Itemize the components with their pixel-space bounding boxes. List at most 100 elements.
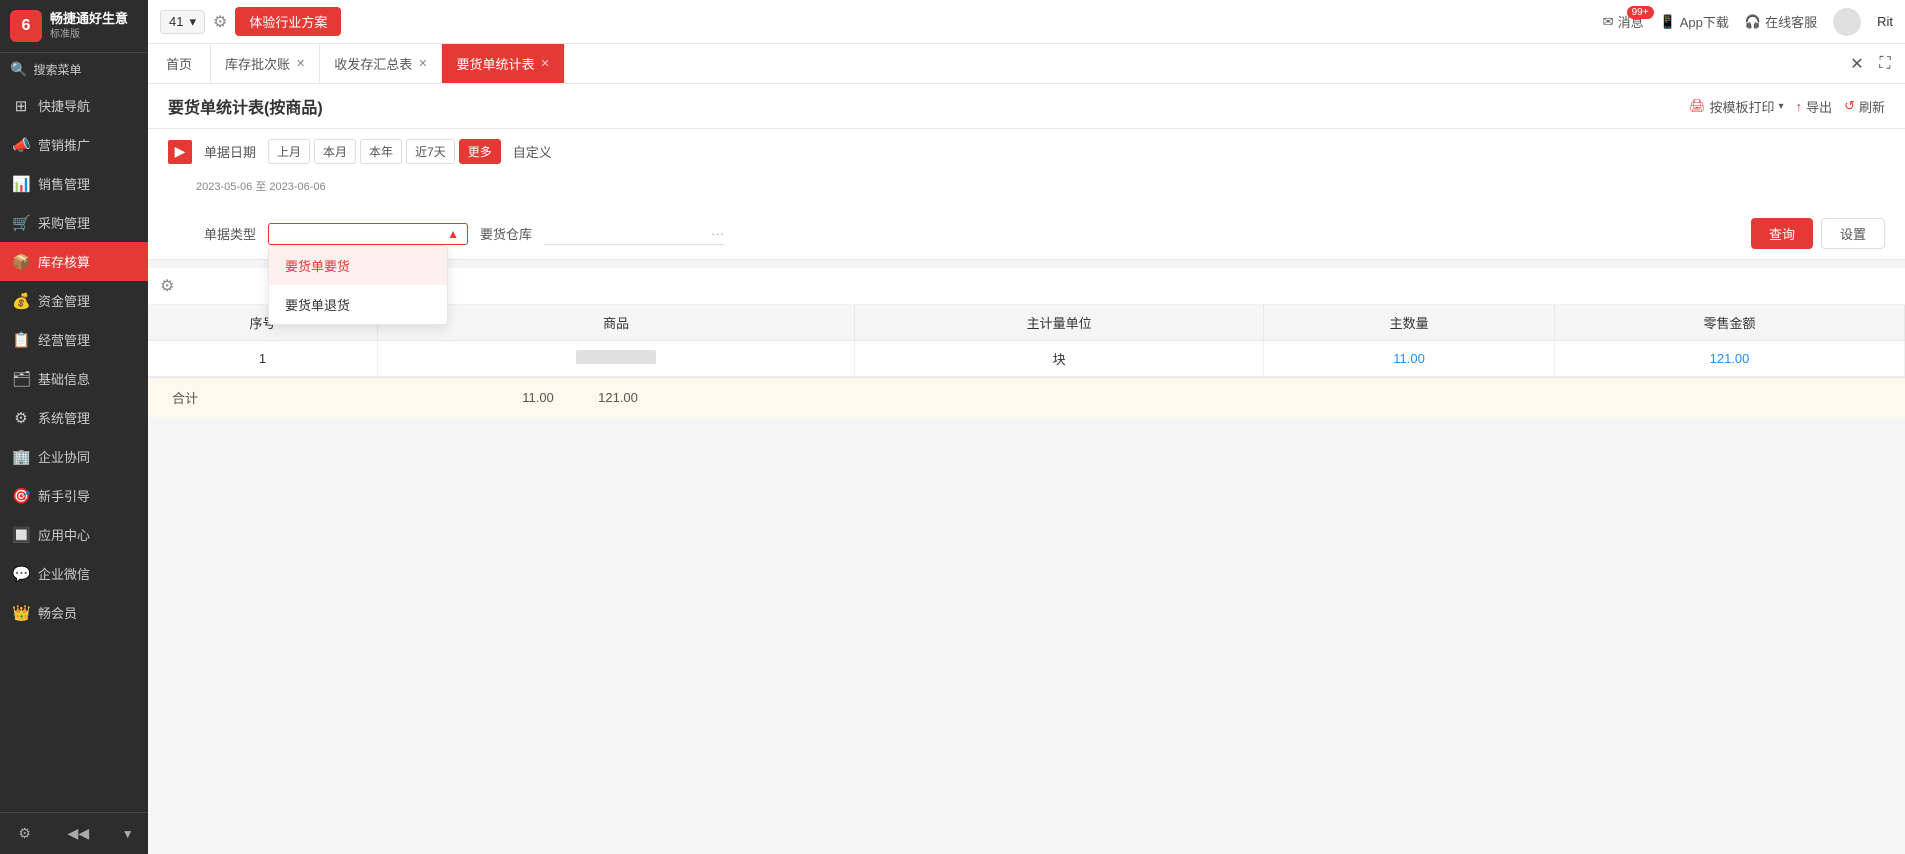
phone-icon: 📱 <box>1660 14 1676 30</box>
cell-product <box>378 341 855 377</box>
sidebar-collapse-btn[interactable]: ◀◀ <box>60 821 98 846</box>
type-select[interactable]: ▲ <box>268 223 468 245</box>
page-actions: 🖨 按模板打印 ▾ ↑ 导出 ↺ 刷新 <box>1689 97 1885 116</box>
sidebar: 6 畅捷通好生意 标准版 🔍 搜索菜单 ⊞ 快捷导航 📣 营销推广 📊 销售管理… <box>0 0 148 854</box>
type-dropdown: 要货单要货 要货单退货 <box>268 245 448 325</box>
type-filter-label: 单据类型 <box>204 224 256 243</box>
warehouse-select[interactable]: ··· <box>544 223 724 245</box>
sidebar-settings-btn[interactable]: ⚙ <box>10 821 39 846</box>
sidebar-scroll-down[interactable]: ▼ <box>118 823 138 845</box>
store-selector[interactable]: 41 ▾ <box>160 10 205 34</box>
date-range-display: 2023-05-06 至 2023-06-06 <box>196 178 1885 194</box>
crown-icon: 👑 <box>12 604 30 622</box>
date-filter-label: 单据日期 <box>204 142 256 161</box>
cell-amount: 121.00 <box>1555 341 1905 377</box>
tab-close-all-btn[interactable]: ✕ <box>1845 52 1869 76</box>
clipboard-icon: 📋 <box>12 331 30 349</box>
col-amount: 零售金额 <box>1555 305 1905 341</box>
wechat-icon: 💬 <box>12 565 30 583</box>
footer-quantity: 11.00 <box>498 390 578 405</box>
filter-date-btns: 上月 本月 本年 近7天 更多 <box>268 139 501 164</box>
sidebar-item-marketing[interactable]: 📣 营销推广 <box>0 125 148 164</box>
table-footer: 合计 11.00 121.00 <box>148 377 1905 417</box>
tab-home[interactable]: 首页 <box>148 44 211 83</box>
tab-recv-summary[interactable]: 收发存汇总表 ✕ <box>320 44 442 83</box>
user-avatar[interactable] <box>1833 8 1861 36</box>
box-icon: 📦 <box>12 253 30 271</box>
search-icon: 🔍 <box>10 61 27 78</box>
app-logo-text: 畅捷通好生意 标准版 <box>50 10 128 42</box>
sidebar-item-basics[interactable]: 🗂 基础信息 <box>0 359 148 398</box>
last-7days-btn[interactable]: 近7天 <box>406 139 455 164</box>
apps-icon: 🔲 <box>12 526 30 544</box>
col-quantity: 主数量 <box>1264 305 1555 341</box>
query-btn[interactable]: 查询 <box>1751 218 1813 249</box>
print-template-btn[interactable]: 🖨 按模板打印 ▾ <box>1689 97 1784 116</box>
tab-inventory-batch[interactable]: 库存批次账 ✕ <box>211 44 320 83</box>
sidebar-item-enterprise[interactable]: 🏢 企业协同 <box>0 437 148 476</box>
dropdown-item-order-return[interactable]: 要货单退货 <box>269 285 447 324</box>
topbar-right: ✉ 消息 99+ 📱 App下载 🎧 在线客服 Rit <box>1603 8 1893 36</box>
sidebar-bottom: ⚙ ◀◀ ▼ <box>0 812 148 854</box>
dropdown-item-order-req[interactable]: 要货单要货 <box>269 246 447 285</box>
sidebar-item-quick-nav[interactable]: ⊞ 快捷导航 <box>0 86 148 125</box>
username-text: Rit <box>1877 14 1893 29</box>
sidebar-search[interactable]: 🔍 搜索菜单 <box>0 53 148 86</box>
chevron-down-icon: ▾ <box>189 14 196 30</box>
last-month-btn[interactable]: 上月 <box>268 139 310 164</box>
sidebar-item-sales[interactable]: 📊 销售管理 <box>0 164 148 203</box>
messages-btn[interactable]: ✉ 消息 99+ <box>1603 12 1644 31</box>
tab-close-icon[interactable]: ✕ <box>418 57 427 70</box>
page-content: 要货单统计表(按商品) 🖨 按模板打印 ▾ ↑ 导出 ↺ 刷新 <box>148 84 1905 854</box>
megaphone-icon: 📣 <box>12 136 30 154</box>
sidebar-item-system[interactable]: ⚙ 系统管理 <box>0 398 148 437</box>
cell-unit: 块 <box>855 341 1264 377</box>
page-header: 要货单统计表(按商品) 🖨 按模板打印 ▾ ↑ 导出 ↺ 刷新 <box>148 84 1905 129</box>
filter-expand-btn[interactable]: ▶ <box>168 140 192 164</box>
custom-date-btn[interactable]: 自定义 <box>513 142 552 161</box>
tabs-bar: 首页 库存批次账 ✕ 收发存汇总表 ✕ 要货单统计表 ✕ ✕ ⛶ <box>148 44 1905 84</box>
table-settings-icon[interactable]: ⚙ <box>160 276 174 296</box>
sidebar-item-purchase[interactable]: 🛒 采购管理 <box>0 203 148 242</box>
headset-icon: 🎧 <box>1745 14 1761 30</box>
tab-close-icon[interactable]: ✕ <box>541 57 550 70</box>
table-row: 1 块 11.00 121.00 <box>148 341 1905 377</box>
sidebar-item-members[interactable]: 👑 畅会员 <box>0 593 148 632</box>
refresh-icon: ↺ <box>1844 98 1855 114</box>
chart-icon: 📊 <box>12 175 30 193</box>
message-badge: 99+ <box>1627 6 1654 19</box>
main-area: 41 ▾ ⚙ 体验行业方案 ✉ 消息 99+ 📱 App下载 🎧 在线客服 Ri… <box>148 0 1905 854</box>
more-date-btn[interactable]: 更多 <box>459 139 501 164</box>
sidebar-item-wechat[interactable]: 💬 企业微信 <box>0 554 148 593</box>
tab-expand-btn[interactable]: ⛶ <box>1873 52 1897 76</box>
topbar-left: 41 ▾ ⚙ 体验行业方案 <box>160 7 1603 36</box>
app-download-btn[interactable]: 📱 App下载 <box>1660 12 1729 31</box>
this-year-btn[interactable]: 本年 <box>360 139 402 164</box>
topbar-settings-icon[interactable]: ⚙ <box>213 12 227 32</box>
refresh-btn[interactable]: ↺ 刷新 <box>1844 97 1885 116</box>
set-btn[interactable]: 设置 <box>1821 218 1885 249</box>
tabs-right-controls: ✕ ⛶ <box>1845 52 1905 76</box>
print-expand-icon: ▾ <box>1779 101 1784 112</box>
export-btn[interactable]: ↑ 导出 <box>1796 97 1833 116</box>
print-icon: 🖨 <box>1689 98 1706 114</box>
folder-icon: 🗂 <box>12 370 30 388</box>
this-month-btn[interactable]: 本月 <box>314 139 356 164</box>
footer-label: 合计 <box>160 388 258 407</box>
trial-btn[interactable]: 体验行业方案 <box>235 7 341 36</box>
warehouse-filter-label: 要货仓库 <box>480 224 532 243</box>
export-icon: ↑ <box>1796 99 1803 114</box>
cell-seq: 1 <box>148 341 378 377</box>
tab-close-icon[interactable]: ✕ <box>296 57 305 70</box>
tab-order-stats[interactable]: 要货单统计表 ✕ <box>442 44 564 83</box>
app-logo-icon: 6 <box>10 10 42 42</box>
table-body: 1 块 11.00 121.00 <box>148 341 1905 377</box>
grid-icon: ⊞ <box>12 97 30 115</box>
service-btn[interactable]: 🎧 在线客服 <box>1745 12 1817 31</box>
sidebar-item-inventory[interactable]: 📦 库存核算 <box>0 242 148 281</box>
sidebar-item-app-center[interactable]: 🔲 应用中心 <box>0 515 148 554</box>
settings-icon: ⚙ <box>12 409 30 427</box>
sidebar-item-guide[interactable]: 🎯 新手引导 <box>0 476 148 515</box>
sidebar-item-finance[interactable]: 💰 资金管理 <box>0 281 148 320</box>
sidebar-item-operations[interactable]: 📋 经营管理 <box>0 320 148 359</box>
